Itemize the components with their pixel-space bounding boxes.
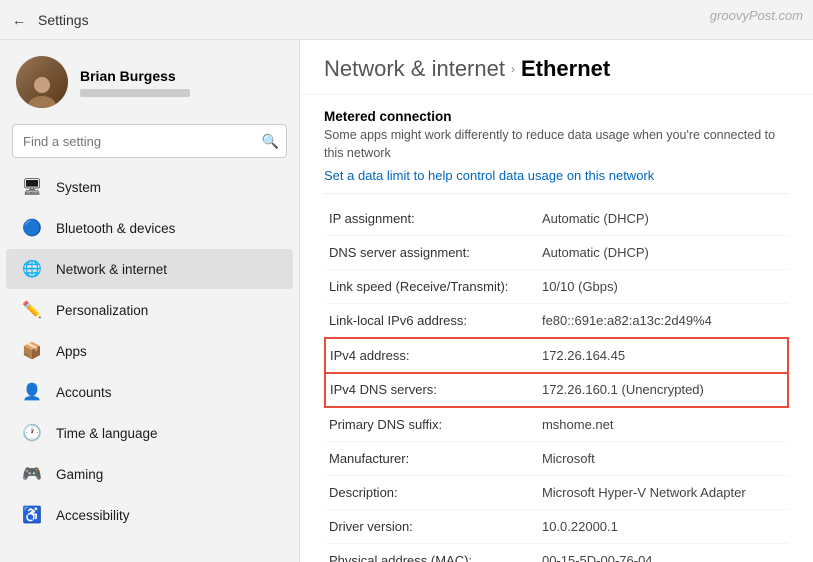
info-value: fe80::691e:a82:a13c:2d49%4 [538,304,788,339]
sidebar-item-label-accessibility: Accessibility [56,508,277,523]
system-icon: 🖥 [22,177,42,197]
search-icon[interactable]: 🔍 [262,133,279,150]
user-email-bar [80,89,190,97]
table-row: Description:Microsoft Hyper-V Network Ad… [325,476,788,510]
info-value: Microsoft [538,442,788,476]
table-row: Primary DNS suffix:mshome.net [325,407,788,442]
sidebar-item-time[interactable]: 🕐 Time & language [6,413,293,453]
info-label: Driver version: [325,510,538,544]
gaming-icon: 🎮 [22,464,42,484]
avatar-image [16,56,68,108]
sidebar-item-apps[interactable]: 📦 Apps [6,331,293,371]
content-header: Network & internet › Ethernet [300,40,813,95]
table-row: Manufacturer:Microsoft [325,442,788,476]
breadcrumb-parent: Network & internet [324,56,505,82]
table-row: Link-local IPv6 address:fe80::691e:a82:a… [325,304,788,339]
avatar [16,56,68,108]
sidebar-item-label-personalization: Personalization [56,303,277,318]
user-name: Brian Burgess [80,68,190,84]
info-label: Description: [325,476,538,510]
sidebar-item-label-gaming: Gaming [56,467,277,482]
breadcrumb-current: Ethernet [521,56,610,82]
title-bar-title: Settings [38,12,89,28]
personalization-icon: ✏️ [22,300,42,320]
bluetooth-icon: 🔵 [22,218,42,238]
title-bar: ← Settings [0,0,813,40]
main-container: Brian Burgess 🔍 🖥 System 🔵 Bluetooth & devi… [0,40,813,562]
table-row: IPv4 address:172.26.164.45 [325,338,788,373]
breadcrumb-separator: › [511,62,515,76]
info-label: DNS server assignment: [325,236,538,270]
apps-icon: 📦 [22,341,42,361]
info-label: IP assignment: [325,202,538,236]
info-value: Automatic (DHCP) [538,202,788,236]
info-value: 00-15-5D-00-76-04 [538,544,788,562]
info-label: Link-local IPv6 address: [325,304,538,339]
info-value: Automatic (DHCP) [538,236,788,270]
network-icon: 🌐 [22,259,42,279]
metered-title: Metered connection [324,109,789,124]
table-row: IP assignment:Automatic (DHCP) [325,202,788,236]
info-label: Manufacturer: [325,442,538,476]
info-label: IPv4 address: [325,338,538,373]
sidebar-nav: 🖥 System 🔵 Bluetooth & devices 🌐 Network & in… [0,166,299,536]
metered-description: Some apps might work differently to redu… [324,127,789,162]
content-body: Metered connection Some apps might work … [300,95,813,562]
table-row: Physical address (MAC):00-15-5D-00-76-04 [325,544,788,562]
info-table: IP assignment:Automatic (DHCP)DNS server… [324,202,789,562]
info-label: IPv4 DNS servers: [325,373,538,408]
sidebar-item-accessibility[interactable]: ♿ Accessibility [6,495,293,535]
info-label: Link speed (Receive/Transmit): [325,270,538,304]
sidebar-item-accounts[interactable]: 👤 Accounts [6,372,293,412]
back-button[interactable]: ← [12,12,26,28]
search-input[interactable] [12,124,287,158]
sidebar-item-network[interactable]: 🌐 Network & internet [6,249,293,289]
metered-link[interactable]: Set a data limit to help control data us… [324,168,789,183]
metered-section: Metered connection Some apps might work … [324,95,789,194]
accounts-icon: 👤 [22,382,42,402]
sidebar-item-label-system: System [56,180,277,195]
sidebar-item-bluetooth[interactable]: 🔵 Bluetooth & devices [6,208,293,248]
table-row: Driver version:10.0.22000.1 [325,510,788,544]
content-panel: Network & internet › Ethernet Metered co… [300,40,813,562]
sidebar-item-label-accounts: Accounts [56,385,277,400]
sidebar-item-label-time: Time & language [56,426,277,441]
time-icon: 🕐 [22,423,42,443]
search-box: 🔍 [12,124,287,158]
accessibility-icon: ♿ [22,505,42,525]
breadcrumb: Network & internet › Ethernet [324,56,789,82]
sidebar-item-system[interactable]: 🖥 System [6,167,293,207]
info-value: Microsoft Hyper-V Network Adapter [538,476,788,510]
info-value: 10.0.22000.1 [538,510,788,544]
table-row: IPv4 DNS servers:172.26.160.1 (Unencrypt… [325,373,788,408]
info-value: 172.26.160.1 (Unencrypted) [538,373,788,408]
sidebar-item-label-network: Network & internet [56,262,277,277]
user-info: Brian Burgess [80,68,190,97]
user-profile: Brian Burgess [0,40,299,120]
info-value: 172.26.164.45 [538,338,788,373]
sidebar-item-label-bluetooth: Bluetooth & devices [56,221,277,236]
info-label: Physical address (MAC): [325,544,538,562]
sidebar-item-label-apps: Apps [56,344,277,359]
table-row: Link speed (Receive/Transmit):10/10 (Gbp… [325,270,788,304]
info-value: mshome.net [538,407,788,442]
info-value: 10/10 (Gbps) [538,270,788,304]
sidebar-item-personalization[interactable]: ✏️ Personalization [6,290,293,330]
table-row: DNS server assignment:Automatic (DHCP) [325,236,788,270]
avatar-silhouette [24,72,60,108]
sidebar: Brian Burgess 🔍 🖥 System 🔵 Bluetooth & devi… [0,40,300,562]
info-label: Primary DNS suffix: [325,407,538,442]
sidebar-item-gaming[interactable]: 🎮 Gaming [6,454,293,494]
